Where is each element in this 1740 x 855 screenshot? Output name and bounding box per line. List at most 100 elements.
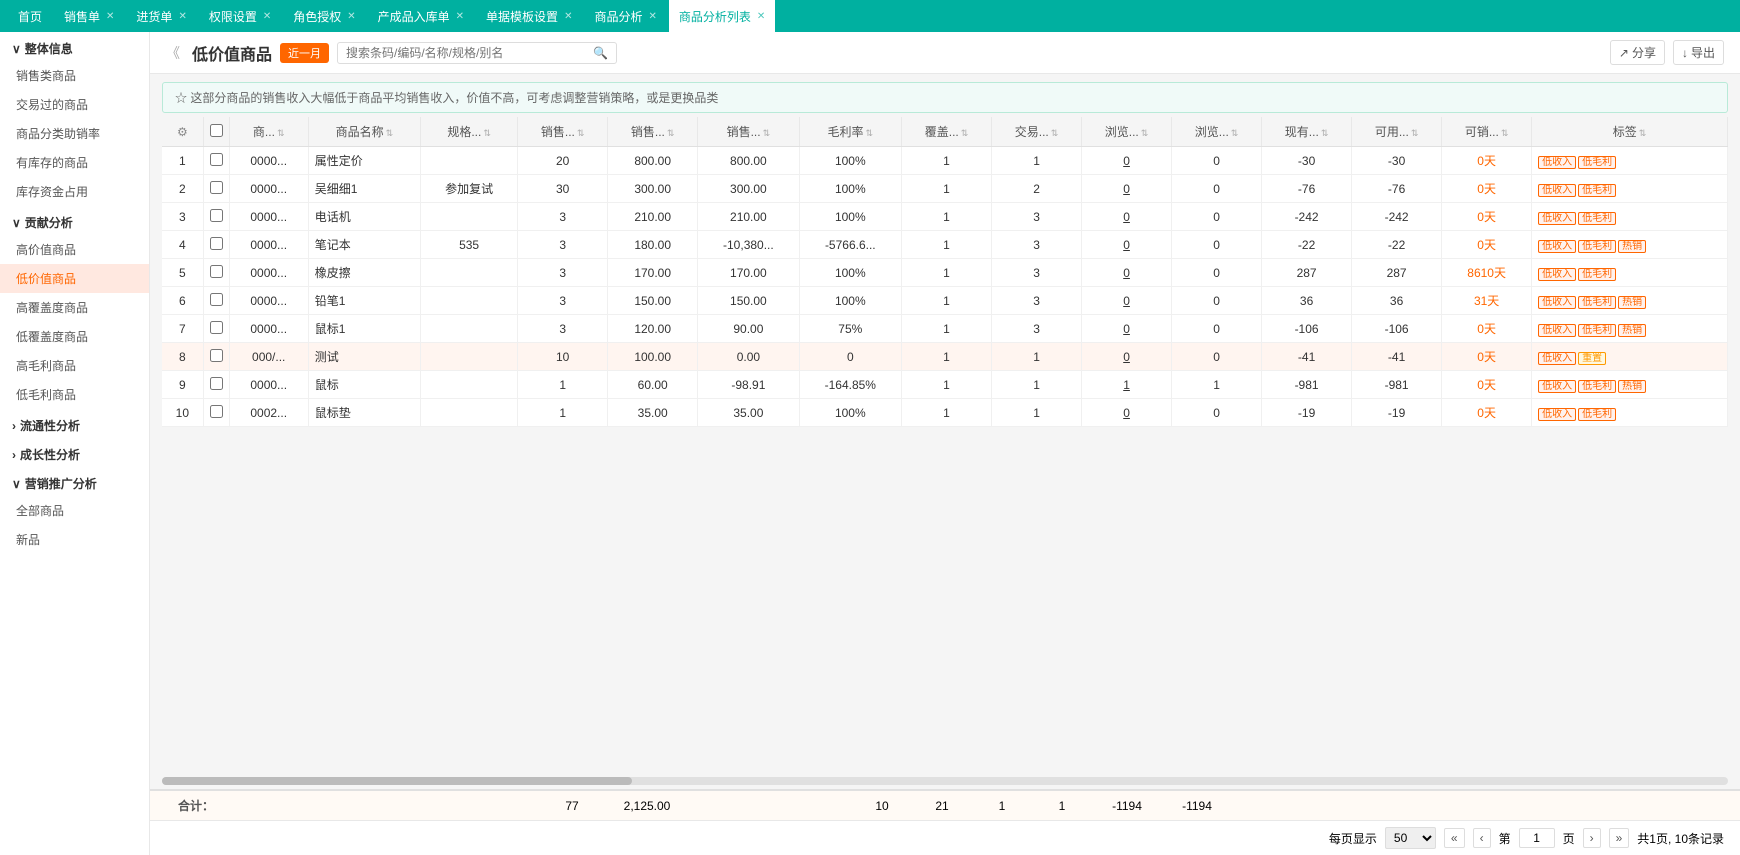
row-checkbox[interactable]: [210, 349, 223, 362]
close-sales-icon[interactable]: ✕: [106, 11, 114, 22]
cell-checkbox[interactable]: [203, 315, 229, 343]
sidebar-item-new-products[interactable]: 新品: [0, 525, 149, 554]
row-checkbox[interactable]: [210, 237, 223, 250]
col-browse1-header[interactable]: 浏览...⇅: [1082, 117, 1172, 147]
col-coverage-header[interactable]: 覆盖...⇅: [902, 117, 992, 147]
close-production-icon[interactable]: ✕: [456, 11, 464, 22]
share-button[interactable]: ↗ 分享: [1610, 40, 1665, 65]
cell-browse1[interactable]: 0: [1082, 203, 1172, 231]
first-page-btn[interactable]: «: [1444, 828, 1465, 848]
col-browse2-header[interactable]: 浏览...⇅: [1172, 117, 1262, 147]
row-checkbox[interactable]: [210, 377, 223, 390]
nav-product-analysis[interactable]: 商品分析 ✕: [584, 0, 666, 32]
cell-browse1[interactable]: 0: [1082, 175, 1172, 203]
sidebar-item-low-value[interactable]: 低价值商品: [0, 264, 149, 293]
col-sales-amt1-header[interactable]: 销售...⇅: [608, 117, 698, 147]
nav-home[interactable]: 首页: [8, 0, 52, 32]
collapse-btn[interactable]: 《: [166, 43, 180, 63]
col-stock2-header[interactable]: 可用...⇅: [1352, 117, 1442, 147]
col-trade-header[interactable]: 交易...⇅: [992, 117, 1082, 147]
col-stock1-header[interactable]: 现有...⇅: [1262, 117, 1352, 147]
page-input[interactable]: [1519, 828, 1555, 848]
browse-link[interactable]: 0: [1123, 322, 1130, 336]
row-checkbox[interactable]: [210, 321, 223, 334]
cell-checkbox[interactable]: [203, 343, 229, 371]
export-button[interactable]: ↓ 导出: [1673, 40, 1724, 65]
nav-template[interactable]: 单据模板设置 ✕: [476, 0, 582, 32]
col-margin-header[interactable]: 毛利率⇅: [799, 117, 901, 147]
col-checkbox[interactable]: [203, 117, 229, 147]
table-container[interactable]: ⚙ 商...⇅ 商品名称⇅ 规格...⇅ 销售...⇅ 销售...⇅ 销售...…: [162, 117, 1728, 777]
sidebar-group-contribution[interactable]: ∨ 贡献分析: [0, 206, 149, 235]
nav-permission[interactable]: 权限设置 ✕: [199, 0, 281, 32]
cell-checkbox[interactable]: [203, 371, 229, 399]
browse-link[interactable]: 0: [1123, 406, 1130, 420]
search-input[interactable]: [346, 46, 593, 60]
next-page-btn[interactable]: ›: [1583, 828, 1601, 848]
browse-link[interactable]: 0: [1123, 182, 1130, 196]
sidebar-item-sales-products[interactable]: 销售类商品: [0, 61, 149, 90]
sidebar-group-growth[interactable]: › 成长性分析: [0, 438, 149, 467]
browse-link[interactable]: 1: [1123, 378, 1130, 392]
cell-checkbox[interactable]: [203, 147, 229, 175]
cell-checkbox[interactable]: [203, 287, 229, 315]
col-name-header[interactable]: 商品名称⇅: [308, 117, 420, 147]
sidebar-item-stock-capital[interactable]: 库存资金占用: [0, 177, 149, 206]
cell-browse1[interactable]: 0: [1082, 343, 1172, 371]
cell-checkbox[interactable]: [203, 231, 229, 259]
row-checkbox[interactable]: [210, 209, 223, 222]
sidebar-item-in-stock[interactable]: 有库存的商品: [0, 148, 149, 177]
col-sales-amt2-header[interactable]: 销售...⇅: [698, 117, 799, 147]
row-checkbox[interactable]: [210, 181, 223, 194]
sidebar-item-all-products[interactable]: 全部商品: [0, 496, 149, 525]
sidebar-item-category-rate[interactable]: 商品分类助销率: [0, 119, 149, 148]
browse-link[interactable]: 0: [1123, 266, 1130, 280]
browse-link[interactable]: 0: [1123, 210, 1130, 224]
browse-link[interactable]: 0: [1123, 154, 1130, 168]
cell-browse1[interactable]: 0: [1082, 231, 1172, 259]
select-all-checkbox[interactable]: [210, 124, 223, 137]
cell-checkbox[interactable]: [203, 203, 229, 231]
close-purchase-icon[interactable]: ✕: [178, 11, 186, 22]
filter-button[interactable]: 近一月: [280, 43, 329, 63]
horizontal-scrollbar[interactable]: [162, 777, 1728, 785]
cell-browse1[interactable]: 0: [1082, 259, 1172, 287]
close-role-icon[interactable]: ✕: [347, 11, 355, 22]
nav-product-list[interactable]: 商品分析列表 ✕: [669, 0, 775, 32]
col-sales-qty-header[interactable]: 销售...⇅: [518, 117, 608, 147]
prev-page-btn[interactable]: ‹: [1473, 828, 1491, 848]
sidebar-item-high-coverage[interactable]: 高覆盖度商品: [0, 293, 149, 322]
col-days-header[interactable]: 可销...⇅: [1442, 117, 1532, 147]
last-page-btn[interactable]: »: [1609, 828, 1630, 848]
nav-sales[interactable]: 销售单 ✕: [54, 0, 124, 32]
sidebar-group-circulation[interactable]: › 流通性分析: [0, 409, 149, 438]
sidebar-item-high-value[interactable]: 高价值商品: [0, 235, 149, 264]
row-checkbox[interactable]: [210, 293, 223, 306]
row-checkbox[interactable]: [210, 405, 223, 418]
row-checkbox[interactable]: [210, 265, 223, 278]
col-code-header[interactable]: 商...⇅: [229, 117, 308, 147]
nav-role[interactable]: 角色授权 ✕: [283, 0, 365, 32]
col-tags-header[interactable]: 标签⇅: [1532, 117, 1728, 147]
col-settings[interactable]: ⚙: [162, 117, 203, 147]
browse-link[interactable]: 0: [1123, 350, 1130, 364]
browse-link[interactable]: 0: [1123, 238, 1130, 252]
nav-production[interactable]: 产成品入库单 ✕: [368, 0, 474, 32]
nav-purchase[interactable]: 进货单 ✕: [126, 0, 196, 32]
cell-browse1[interactable]: 0: [1082, 315, 1172, 343]
per-page-select[interactable]: 50 100 200: [1385, 827, 1436, 849]
sidebar-item-high-margin[interactable]: 高毛利商品: [0, 351, 149, 380]
close-template-icon[interactable]: ✕: [564, 11, 572, 22]
cell-browse1[interactable]: 1: [1082, 371, 1172, 399]
close-analysis-icon[interactable]: ✕: [648, 11, 656, 22]
sidebar-group-overview[interactable]: ∨ 整体信息: [0, 32, 149, 61]
search-icon[interactable]: 🔍: [593, 46, 608, 60]
sidebar-item-low-coverage[interactable]: 低覆盖度商品: [0, 322, 149, 351]
close-permission-icon[interactable]: ✕: [263, 11, 271, 22]
col-spec-header[interactable]: 规格...⇅: [421, 117, 518, 147]
row-checkbox[interactable]: [210, 153, 223, 166]
cell-browse1[interactable]: 0: [1082, 147, 1172, 175]
cell-checkbox[interactable]: [203, 175, 229, 203]
cell-browse1[interactable]: 0: [1082, 399, 1172, 427]
cell-browse1[interactable]: 0: [1082, 287, 1172, 315]
